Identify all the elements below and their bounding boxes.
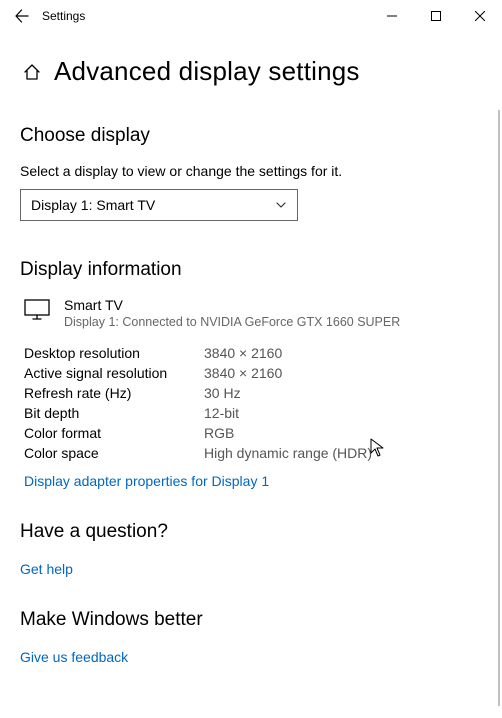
display-properties-list: Desktop resolution3840 × 2160 Active sig… — [20, 345, 482, 461]
page-title: Advanced display settings — [54, 56, 360, 87]
close-button[interactable] — [458, 0, 502, 32]
prop-row: Bit depth12-bit — [24, 405, 482, 421]
prop-value: High dynamic range (HDR) — [204, 445, 372, 461]
display-adapter-properties-link[interactable]: Display adapter properties for Display 1 — [24, 473, 269, 489]
maximize-button[interactable] — [414, 0, 458, 32]
have-a-question-heading: Have a question? — [20, 521, 482, 543]
home-button[interactable] — [20, 63, 44, 81]
page-header: Advanced display settings — [20, 56, 482, 87]
close-icon — [475, 11, 485, 21]
prop-row: Desktop resolution3840 × 2160 — [24, 345, 482, 361]
prop-value: 12-bit — [204, 405, 239, 421]
minimize-button[interactable] — [370, 0, 414, 32]
prop-row: Active signal resolution3840 × 2160 — [24, 365, 482, 381]
prop-row: Refresh rate (Hz)30 Hz — [24, 385, 482, 401]
prop-value: 30 Hz — [204, 385, 241, 401]
prop-value: RGB — [204, 425, 234, 441]
prop-label: Color format — [24, 425, 204, 441]
choose-display-description: Select a display to view or change the s… — [20, 163, 482, 179]
monitor-icon — [24, 299, 52, 321]
display-identity: Smart TV Display 1: Connected to NVIDIA … — [24, 297, 482, 329]
make-windows-better-heading: Make Windows better — [20, 609, 482, 631]
maximize-icon — [431, 11, 441, 21]
prop-label: Refresh rate (Hz) — [24, 385, 204, 401]
choose-display-heading: Choose display — [20, 125, 482, 147]
content-area: Advanced display settings Choose display… — [0, 56, 502, 667]
vertical-scrollbar[interactable] — [498, 110, 500, 706]
prop-row: Color formatRGB — [24, 425, 482, 441]
minimize-icon — [387, 11, 397, 21]
prop-value: 3840 × 2160 — [204, 345, 282, 361]
back-button[interactable] — [4, 0, 40, 32]
chevron-down-icon — [275, 199, 287, 211]
display-select-value: Display 1: Smart TV — [31, 197, 155, 213]
prop-label: Color space — [24, 445, 204, 461]
titlebar: Settings — [0, 0, 502, 32]
prop-label: Active signal resolution — [24, 365, 204, 381]
display-name: Smart TV — [64, 297, 400, 313]
prop-label: Desktop resolution — [24, 345, 204, 361]
prop-value: 3840 × 2160 — [204, 365, 282, 381]
app-title: Settings — [42, 9, 85, 23]
get-help-link[interactable]: Get help — [20, 561, 73, 577]
prop-label: Bit depth — [24, 405, 204, 421]
display-subtitle: Display 1: Connected to NVIDIA GeForce G… — [64, 315, 400, 329]
display-select-dropdown[interactable]: Display 1: Smart TV — [20, 189, 298, 221]
arrow-left-icon — [14, 8, 30, 24]
home-icon — [23, 63, 41, 81]
prop-row: Color spaceHigh dynamic range (HDR) — [24, 445, 482, 461]
display-information-heading: Display information — [20, 259, 482, 281]
give-us-feedback-link[interactable]: Give us feedback — [20, 649, 128, 665]
